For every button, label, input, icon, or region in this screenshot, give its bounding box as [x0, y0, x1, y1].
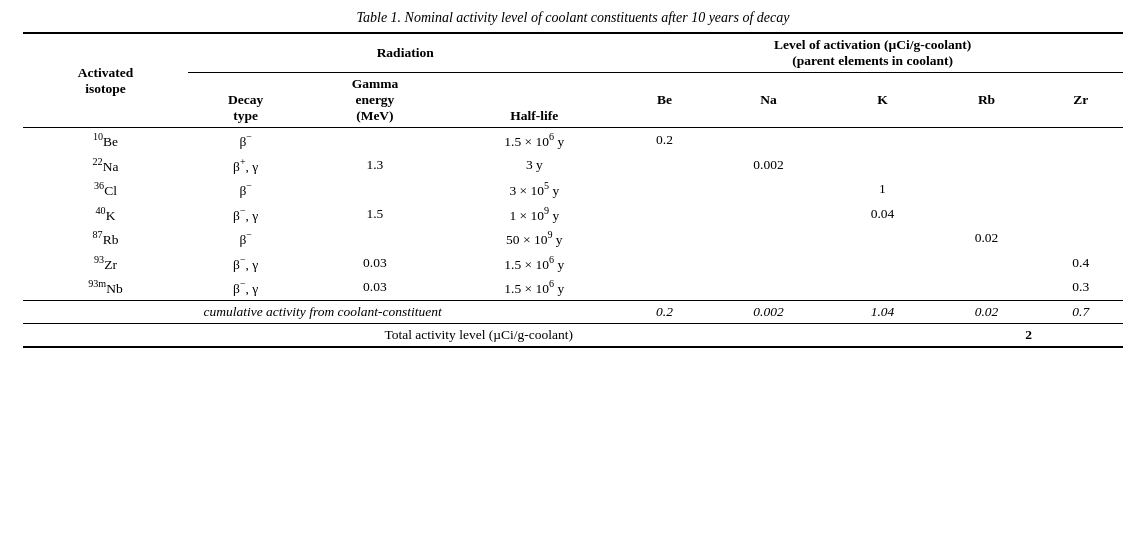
- val-k40-k: 0.04: [830, 202, 934, 227]
- val-k40-zr: [1039, 202, 1123, 227]
- gamma-zr93: 0.03: [303, 251, 446, 276]
- table-row: 36Cl β− 3 × 105 y 1: [23, 177, 1123, 202]
- cumulative-k: 1.04: [830, 300, 934, 323]
- gamma-nb93m: 0.03: [303, 275, 446, 300]
- val-zr93-zr: 0.4: [1039, 251, 1123, 276]
- cumulative-row: cumulative activity from coolant-constit…: [23, 300, 1123, 323]
- isotope-rb87: 87Rb: [23, 226, 188, 251]
- table-row: 87Rb β− 50 × 109 y 0.02: [23, 226, 1123, 251]
- val-nb93m-na: [707, 275, 831, 300]
- header-be: Be: [622, 73, 706, 128]
- gamma-na22: 1.3: [303, 153, 446, 178]
- val-rb87-zr: [1039, 226, 1123, 251]
- isotope-cl36: 36Cl: [23, 177, 188, 202]
- val-nb93m-k: [830, 275, 934, 300]
- val-be10-zr: [1039, 128, 1123, 153]
- cumulative-zr: 0.7: [1039, 300, 1123, 323]
- decay-na22: β+, γ: [188, 153, 303, 178]
- val-zr93-rb: [934, 251, 1038, 276]
- val-na22-be: [622, 153, 706, 178]
- total-label: Total activity level (µCi/g-coolant): [23, 323, 934, 347]
- isotope-nb93m: 93mNb: [23, 275, 188, 300]
- val-nb93m-rb: [934, 275, 1038, 300]
- val-be10-be: 0.2: [622, 128, 706, 153]
- val-nb93m-zr: 0.3: [1039, 275, 1123, 300]
- val-be10-k: [830, 128, 934, 153]
- val-cl36-be: [622, 177, 706, 202]
- header-isotope: Activatedisotope: [23, 33, 188, 128]
- cumulative-rb: 0.02: [934, 300, 1038, 323]
- val-zr93-k: [830, 251, 934, 276]
- halflife-zr93: 1.5 × 106 y: [446, 251, 622, 276]
- total-row: Total activity level (µCi/g-coolant) 2: [23, 323, 1123, 347]
- gamma-k40: 1.5: [303, 202, 446, 227]
- gamma-be10: [303, 128, 446, 153]
- val-k40-na: [707, 202, 831, 227]
- table-title: Table 1. Nominal activity level of coola…: [23, 10, 1123, 26]
- gamma-cl36: [303, 177, 446, 202]
- val-na22-na: 0.002: [707, 153, 831, 178]
- val-na22-zr: [1039, 153, 1123, 178]
- halflife-rb87: 50 × 109 y: [446, 226, 622, 251]
- header-k: K: [830, 73, 934, 128]
- isotope-k40: 40K: [23, 202, 188, 227]
- header-gamma-energy: Gammaenergy(MeV): [303, 73, 446, 128]
- val-nb93m-be: [622, 275, 706, 300]
- table-row: 40K β−, γ 1.5 1 × 109 y 0.04: [23, 202, 1123, 227]
- decay-cl36: β−: [188, 177, 303, 202]
- header-activation-group: Level of activation (µCi/g-coolant)(pare…: [622, 33, 1123, 73]
- header-na: Na: [707, 73, 831, 128]
- val-rb87-k: [830, 226, 934, 251]
- val-k40-rb: [934, 202, 1038, 227]
- decay-k40: β−, γ: [188, 202, 303, 227]
- table-row: 22Na β+, γ 1.3 3 y 0.002: [23, 153, 1123, 178]
- val-be10-rb: [934, 128, 1038, 153]
- table-row: 10Be β− 1.5 × 106 y 0.2: [23, 128, 1123, 153]
- val-k40-be: [622, 202, 706, 227]
- halflife-nb93m: 1.5 × 106 y: [446, 275, 622, 300]
- table-row: 93mNb β−, γ 0.03 1.5 × 106 y 0.3: [23, 275, 1123, 300]
- halflife-na22: 3 y: [446, 153, 622, 178]
- val-rb87-na: [707, 226, 831, 251]
- isotope-zr93: 93Zr: [23, 251, 188, 276]
- header-radiation-group: Radiation: [188, 33, 622, 73]
- val-zr93-na: [707, 251, 831, 276]
- halflife-be10: 1.5 × 106 y: [446, 128, 622, 153]
- val-cl36-zr: [1039, 177, 1123, 202]
- decay-rb87: β−: [188, 226, 303, 251]
- header-decay-type: Decaytype: [188, 73, 303, 128]
- val-na22-rb: [934, 153, 1038, 178]
- gamma-rb87: [303, 226, 446, 251]
- isotope-na22: 22Na: [23, 153, 188, 178]
- halflife-k40: 1 × 109 y: [446, 202, 622, 227]
- val-cl36-rb: [934, 177, 1038, 202]
- val-rb87-be: [622, 226, 706, 251]
- header-rb: Rb: [934, 73, 1038, 128]
- cumulative-na: 0.002: [707, 300, 831, 323]
- decay-nb93m: β−, γ: [188, 275, 303, 300]
- cumulative-label: cumulative activity from coolant-constit…: [23, 300, 622, 323]
- header-zr: Zr: [1039, 73, 1123, 128]
- val-cl36-na: [707, 177, 831, 202]
- val-rb87-rb: 0.02: [934, 226, 1038, 251]
- val-na22-k: [830, 153, 934, 178]
- halflife-cl36: 3 × 105 y: [446, 177, 622, 202]
- table-container: Table 1. Nominal activity level of coola…: [23, 10, 1123, 348]
- val-cl36-k: 1: [830, 177, 934, 202]
- total-value: 2: [934, 323, 1123, 347]
- table-row: 93Zr β−, γ 0.03 1.5 × 106 y 0.4: [23, 251, 1123, 276]
- cumulative-be: 0.2: [622, 300, 706, 323]
- val-be10-na: [707, 128, 831, 153]
- val-zr93-be: [622, 251, 706, 276]
- decay-be10: β−: [188, 128, 303, 153]
- decay-zr93: β−, γ: [188, 251, 303, 276]
- isotope-be10: 10Be: [23, 128, 188, 153]
- data-table: Activatedisotope Radiation Level of acti…: [23, 32, 1123, 348]
- header-half-life: Half-life: [446, 73, 622, 128]
